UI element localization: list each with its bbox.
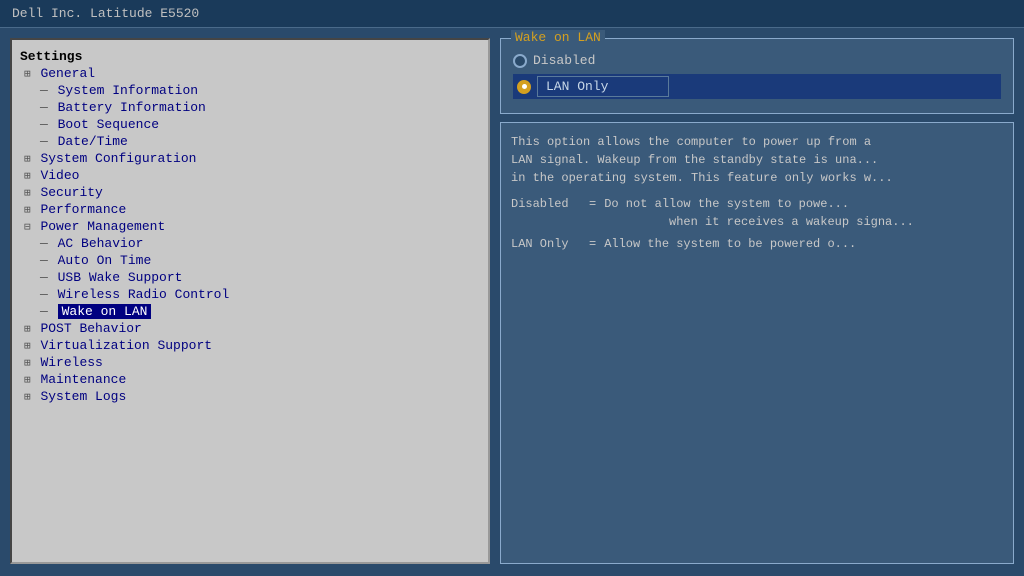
sidebar-item-virtualization-support[interactable]: ⊞ Virtualization Support [16,337,484,354]
title-text: Dell Inc. Latitude E5520 [12,6,199,21]
right-panel: Wake on LAN Disabled LAN Only This optio… [500,38,1014,564]
sidebar-item-battery-information[interactable]: — Battery Information [16,99,484,116]
dash-auto-on: — [40,253,48,268]
dash-datetime: — [40,134,48,149]
sidebar-item-system-logs[interactable]: ⊞ System Logs [16,388,484,405]
sidebar-item-label-power-management: Power Management [40,219,165,234]
dash-battery: — [40,100,48,115]
sidebar-item-label-security: Security [40,185,102,200]
sidebar-item-performance[interactable]: ⊞ Performance [16,201,484,218]
expand-icon-power: ⊟ [24,220,31,234]
sidebar-item-label-ac-behavior: AC Behavior [58,236,144,251]
desc-val-disabled: Do not allow the system to powe... when … [604,195,914,231]
expand-icon-maintenance: ⊞ [24,373,31,387]
dash-usb: — [40,270,48,285]
expand-icon-wireless: ⊞ [24,356,31,370]
sidebar-item-label-wake-on-lan: Wake on LAN [58,304,152,319]
sidebar-item-maintenance[interactable]: ⊞ Maintenance [16,371,484,388]
radio-option-disabled[interactable]: Disabled [513,53,1001,68]
expand-icon-general: ⊞ [24,67,31,81]
description-box: This option allows the computer to power… [500,122,1014,564]
sidebar-item-wake-on-lan[interactable]: — Wake on LAN [16,303,484,320]
desc-eq-lan-only: = [589,235,596,253]
sidebar-item-label-system-configuration: System Configuration [40,151,196,166]
sidebar-item-system-configuration[interactable]: ⊞ System Configuration [16,150,484,167]
main-container: Settings ⊞ General — System Information … [0,28,1024,574]
sidebar-item-wireless-radio-control[interactable]: — Wireless Radio Control [16,286,484,303]
expand-icon-performance: ⊞ [24,203,31,217]
sidebar-item-label-post-behavior: POST Behavior [40,321,141,336]
sidebar-item-label-wireless-radio-control: Wireless Radio Control [58,287,230,302]
sidebar-item-wireless[interactable]: ⊞ Wireless [16,354,484,371]
sidebar-item-label-video: Video [40,168,79,183]
desc-row-disabled: Disabled = Do not allow the system to po… [511,195,1003,231]
title-bar: Dell Inc. Latitude E5520 [0,0,1024,28]
wake-on-lan-section: Wake on LAN Disabled LAN Only [500,38,1014,114]
description-table: Disabled = Do not allow the system to po… [511,195,1003,253]
radio-label-disabled: Disabled [533,53,595,68]
desc-key-lan-only: LAN Only [511,235,581,253]
sidebar-item-label-auto-on-time: Auto On Time [58,253,152,268]
sidebar-item-video[interactable]: ⊞ Video [16,167,484,184]
sidebar-item-power-management[interactable]: ⊟ Power Management [16,218,484,235]
sidebar-item-post-behavior[interactable]: ⊞ POST Behavior [16,320,484,337]
expand-icon-syslogs: ⊞ [24,390,31,404]
dash-wireless: — [40,287,48,302]
desc-val-lan-only: Allow the system to be powered o... [604,235,856,253]
sidebar-item-date-time[interactable]: — Date/Time [16,133,484,150]
radio-option-lan-only[interactable]: LAN Only [513,74,1001,99]
settings-panel: Settings ⊞ General — System Information … [10,38,490,564]
expand-icon-syscfg: ⊞ [24,152,31,166]
sidebar-item-label-system-information: System Information [58,83,198,98]
sidebar-item-usb-wake-support[interactable]: — USB Wake Support [16,269,484,286]
desc-eq-disabled: = [589,195,596,231]
sidebar-item-system-information[interactable]: — System Information [16,82,484,99]
sidebar-item-label-battery-information: Battery Information [58,100,206,115]
dash-system-info: — [40,83,48,98]
sidebar-item-ac-behavior[interactable]: — AC Behavior [16,235,484,252]
settings-root-label: Settings [16,48,484,65]
sidebar-item-label-system-logs: System Logs [40,389,126,404]
sidebar-item-general[interactable]: ⊞ General [16,65,484,82]
wake-on-lan-title: Wake on LAN [511,30,605,45]
description-intro: This option allows the computer to power… [511,133,1003,187]
sidebar-item-auto-on-time[interactable]: — Auto On Time [16,252,484,269]
sidebar-item-label-boot-sequence: Boot Sequence [58,117,159,132]
desc-row-lan-only: LAN Only = Allow the system to be powere… [511,235,1003,253]
radio-label-lan-only: LAN Only [537,76,669,97]
sidebar-item-boot-sequence[interactable]: — Boot Sequence [16,116,484,133]
expand-icon-video: ⊞ [24,169,31,183]
expand-icon-virt: ⊞ [24,339,31,353]
sidebar-item-label-maintenance: Maintenance [40,372,126,387]
expand-icon-security: ⊞ [24,186,31,200]
dash-ac: — [40,236,48,251]
sidebar-item-security[interactable]: ⊞ Security [16,184,484,201]
sidebar-item-label-general: General [40,66,95,81]
sidebar-item-label-usb-wake-support: USB Wake Support [58,270,183,285]
sidebar-item-label-date-time: Date/Time [58,134,128,149]
radio-circle-disabled [513,54,527,68]
sidebar-item-label-performance: Performance [40,202,126,217]
radio-circle-lan-only [517,80,531,94]
sidebar-item-label-virtualization-support: Virtualization Support [40,338,212,353]
sidebar-item-label-wireless: Wireless [40,355,102,370]
expand-icon-post: ⊞ [24,322,31,336]
dash-wol: — [40,304,48,319]
desc-key-disabled: Disabled [511,195,581,231]
dash-boot: — [40,117,48,132]
